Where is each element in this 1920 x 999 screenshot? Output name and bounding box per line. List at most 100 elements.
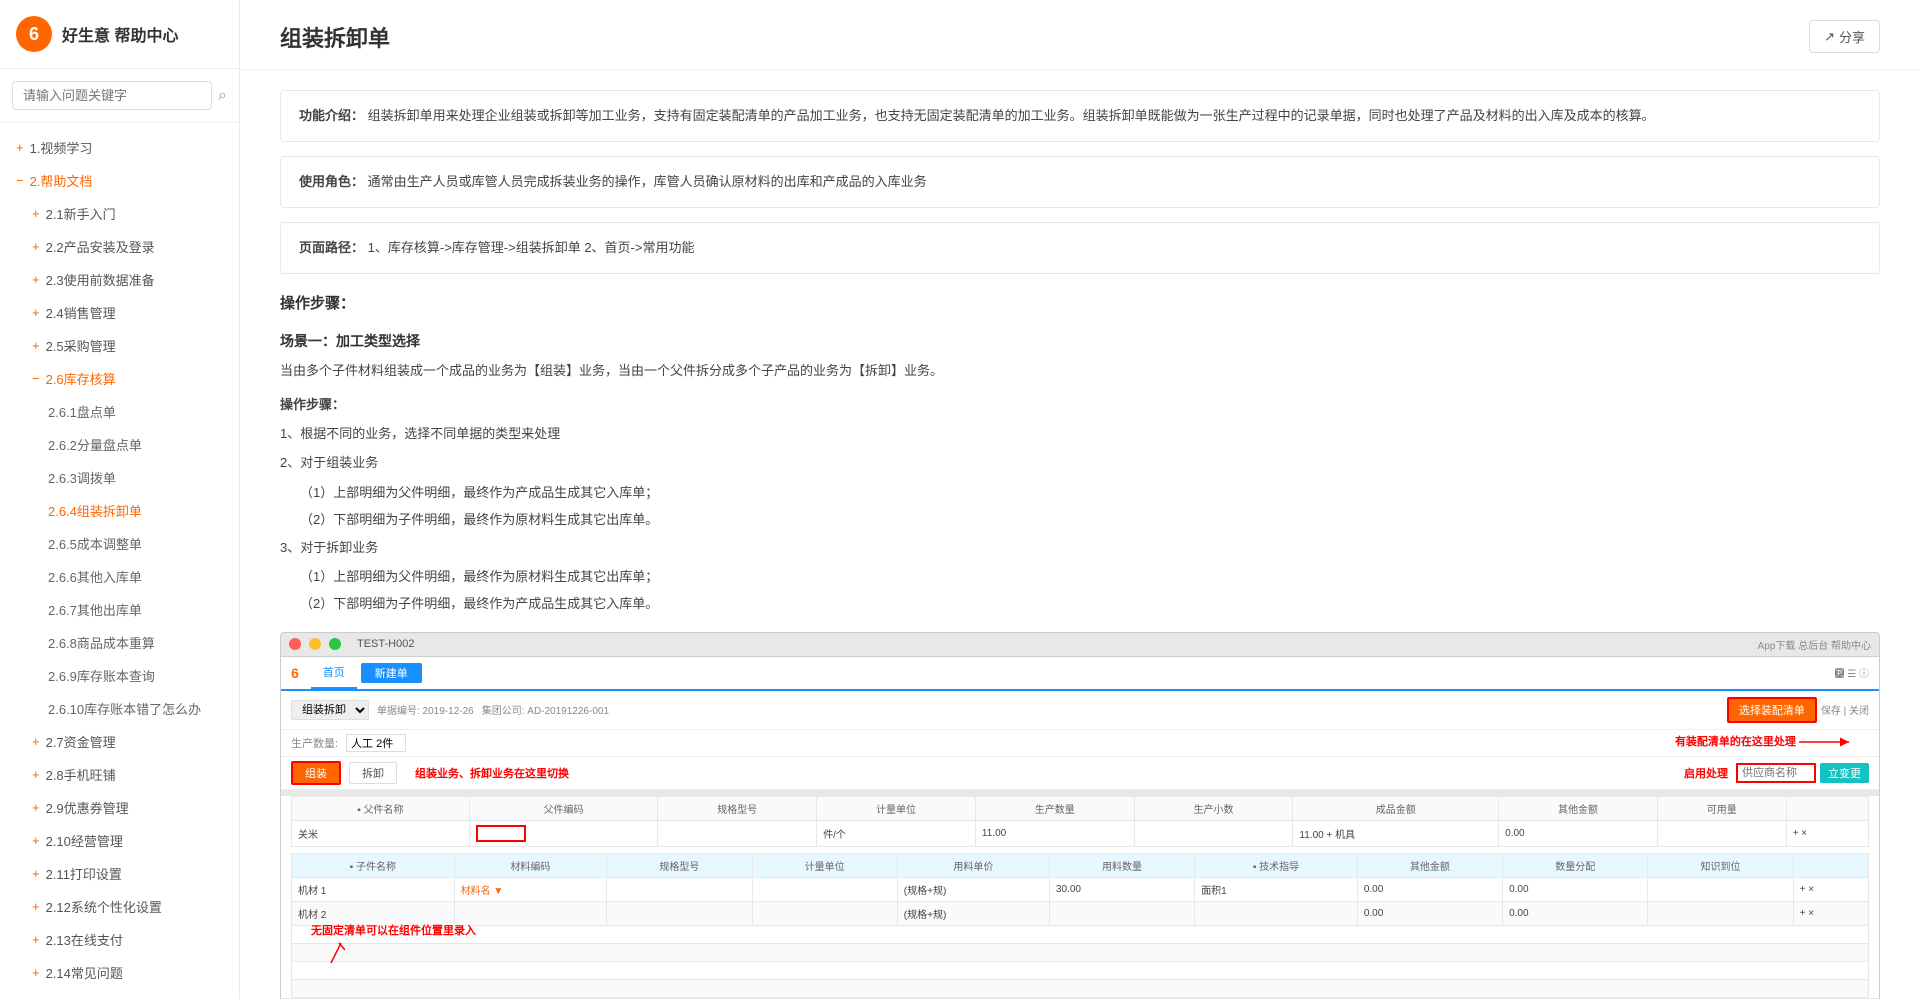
mock-parent-col-spec: 规格型号 (658, 796, 817, 820)
mock-child-other-1: 0.00 (1357, 877, 1502, 901)
sidebar-item-coupon[interactable]: + 2.9优惠券管理 (0, 791, 239, 824)
mock-child-unit-2 (752, 901, 897, 925)
mock-child-col-name: ▪ 子件名称 (292, 853, 455, 877)
sidebar-item-assembly[interactable]: 2.6.4组装拆卸单 (0, 494, 239, 527)
sidebar-item-ops[interactable]: + 2.10经营管理 (0, 824, 239, 857)
mock-child-name-1: 机材 1 (292, 877, 455, 901)
mock-top-bar-text: TEST-H002 (357, 638, 414, 650)
sidebar-item-system-label: 2.12系统个性化设置 (46, 897, 162, 916)
mock-qty-input[interactable] (346, 734, 406, 752)
sidebar-item-cases[interactable]: + 2.15操作案例 (0, 989, 239, 999)
sidebar-item-inventory-error[interactable]: 2.6.10库存账本错了怎么办 (0, 692, 239, 725)
step-2-1: （1）上部明细为父件明细，最终作为产成品生成其它入库单； (280, 481, 1880, 504)
plus-icon: + (32, 932, 40, 947)
mock-confirm-btn[interactable]: 立变更 (1820, 763, 1869, 783)
sidebar-item-cost-adjust[interactable]: 2.6.5成本调整单 (0, 527, 239, 560)
mock-quantity-label: 生产数量: (291, 735, 338, 751)
sidebar-item-ops-label: 2.10经营管理 (46, 831, 123, 850)
sidebar-item-video[interactable]: + 1.视频学习 (0, 131, 239, 164)
share-button[interactable]: ↗ 分享 (1809, 20, 1880, 53)
mock-child-unit-1 (752, 877, 897, 901)
sidebar-item-inventory[interactable]: − 2.6库存核算 (0, 362, 239, 395)
table-row (292, 961, 1869, 979)
screenshot-container: TEST-H002 App下载 总后台 帮助中心 6 首页 新建单 🆊 ☰ ⓘ … (280, 632, 1880, 999)
sidebar-item-faq-label: 2.14常见问题 (46, 963, 123, 982)
sidebar-item-online-pay[interactable]: + 2.13在线支付 (0, 923, 239, 956)
plus-icon: + (32, 866, 40, 881)
annotation2-text: 组装业务、拆卸业务在这里切换 (415, 765, 569, 781)
sidebar-item-other-in[interactable]: 2.6.6其他入库单 (0, 560, 239, 593)
role-label: 使用角色： (299, 174, 364, 189)
content-area: 组装拆卸单 ↗ 分享 功能介绍： 组装拆卸单用来处理企业组装或拆卸等加工业务，支… (240, 0, 1920, 999)
mock-child-col-qty: 用料数量 (1049, 853, 1194, 877)
sidebar-item-inventory-adjust-label: 2.6.3调拨单 (48, 468, 116, 487)
mock-tab-new[interactable]: 新建单 (361, 663, 422, 683)
mock-child-col-tech: ▪ 技术指导 (1195, 853, 1358, 877)
sidebar-item-inventory-count[interactable]: 2.6.1盘点单 (0, 395, 239, 428)
plus-icon: + (32, 833, 40, 848)
mock-child-tech-2 (1195, 901, 1358, 925)
share-icon: ↗ (1824, 29, 1835, 45)
page-header: 组装拆卸单 ↗ 分享 (240, 0, 1920, 70)
mock-child-pos-1 (1648, 877, 1793, 901)
plus-icon: + (32, 338, 40, 353)
sidebar-item-online-pay-label: 2.13在线支付 (46, 930, 123, 949)
sidebar-item-mobile[interactable]: + 2.8手机旺铺 (0, 758, 239, 791)
minus-icon: − (32, 371, 40, 386)
mock-parent-avail (1657, 820, 1786, 846)
mock-child-pos-2 (1648, 901, 1793, 925)
sidebar-item-print[interactable]: + 2.11打印设置 (0, 857, 239, 890)
mock-parent-col-action (1786, 796, 1868, 820)
mock-assembly-btn[interactable]: 组装 (291, 761, 341, 785)
annotation4-text: 无固定清单可以在组件位置里录入 (311, 922, 476, 968)
sidebar-item-system[interactable]: + 2.12系统个性化设置 (0, 890, 239, 923)
share-label: 分享 (1839, 27, 1865, 46)
sidebar-item-inventory-error-label: 2.6.10库存账本错了怎么办 (48, 699, 201, 718)
mock-tab-home[interactable]: 首页 (311, 657, 357, 689)
sidebar-item-capital[interactable]: + 2.7资金管理 (0, 725, 239, 758)
sidebar-item-install[interactable]: + 2.2产品安装及登录 (0, 230, 239, 263)
sidebar-item-inventory-split[interactable]: 2.6.2分量盘点单 (0, 428, 239, 461)
sidebar-item-docs-label: 2.帮助文档 (30, 171, 93, 190)
mock-parent-col-decimal: 生产小数 (1134, 796, 1293, 820)
sidebar-item-inventory-label: 2.6库存核算 (46, 369, 116, 388)
search-button[interactable]: ⌕ (218, 87, 227, 105)
sidebar-item-purchase-label: 2.5采购管理 (46, 336, 116, 355)
mock-parent-spec (658, 820, 817, 846)
app-title: 好生意 帮助中心 (62, 22, 178, 46)
sidebar-item-new-user[interactable]: + 2.1新手入门 (0, 197, 239, 230)
mock-disassembly-btn[interactable]: 拆卸 (349, 762, 397, 784)
mock-nav-icons: App下载 总后台 帮助中心 (1758, 637, 1871, 652)
path-block: 页面路径： 1、库存核算->库存管理->组装拆卸单 2、首页->常用功能 (280, 222, 1880, 274)
annotation1-text: 有装配清单的在这里处理 (1675, 732, 1859, 752)
sidebar-item-other-out[interactable]: 2.6.7其他出库单 (0, 593, 239, 626)
sidebar-item-goods-cost[interactable]: 2.6.8商品成本重算 (0, 626, 239, 659)
mock-child-dist-2: 0.00 (1503, 901, 1648, 925)
step-1: 1、根据不同的业务，选择不同单据的类型来处理 (280, 422, 1880, 445)
main-content: 组装拆卸单 ↗ 分享 功能介绍： 组装拆卸单用来处理企业组装或拆卸等加工业务，支… (240, 0, 1920, 999)
sidebar-item-docs[interactable]: − 2.帮助文档 (0, 164, 239, 197)
minus-icon: − (16, 173, 24, 188)
sidebar-item-purchase[interactable]: + 2.5采购管理 (0, 329, 239, 362)
mock-assembly-list-btn[interactable]: 选择装配清单 (1727, 697, 1817, 723)
mock-child-spec-1 (607, 877, 752, 901)
sidebar-item-inventory-check[interactable]: 2.6.9库存账本查询 (0, 659, 239, 692)
mock-child-col-pos: 知识到位 (1648, 853, 1793, 877)
step-3-1: （1）上部明细为父件明细，最终作为原材料生成其它出库单； (280, 565, 1880, 588)
mock-supplier-input[interactable] (1736, 763, 1816, 783)
search-input[interactable] (12, 81, 212, 110)
sidebar-item-sales[interactable]: + 2.4销售管理 (0, 296, 239, 329)
mock-doctype-select[interactable]: 组装拆卸 (291, 700, 369, 720)
mock-parent-name: 关米 (292, 820, 470, 846)
mock-code-input[interactable] (476, 825, 526, 842)
sidebar-item-other-out-label: 2.6.7其他出库单 (48, 600, 142, 619)
sidebar-item-data-prep[interactable]: + 2.3使用前数据准备 (0, 263, 239, 296)
mock-child-action-2: + × (1793, 901, 1868, 925)
plus-icon: + (32, 305, 40, 320)
sidebar-item-cost-adjust-label: 2.6.5成本调整单 (48, 534, 142, 553)
mock-child-price-1: (规格+规) (897, 877, 1049, 901)
scene1-desc: 当由多个子件材料组装成一个成品的业务为【组装】业务，当由一个父件拆分成多个子产品… (280, 359, 1880, 382)
sidebar-item-inventory-adjust[interactable]: 2.6.3调拨单 (0, 461, 239, 494)
sidebar-item-faq[interactable]: + 2.14常见问题 (0, 956, 239, 989)
table-row: 机材 1 材料名 ▼ (规格+规) 30.00 面积1 0.00 0.00 (292, 877, 1869, 901)
